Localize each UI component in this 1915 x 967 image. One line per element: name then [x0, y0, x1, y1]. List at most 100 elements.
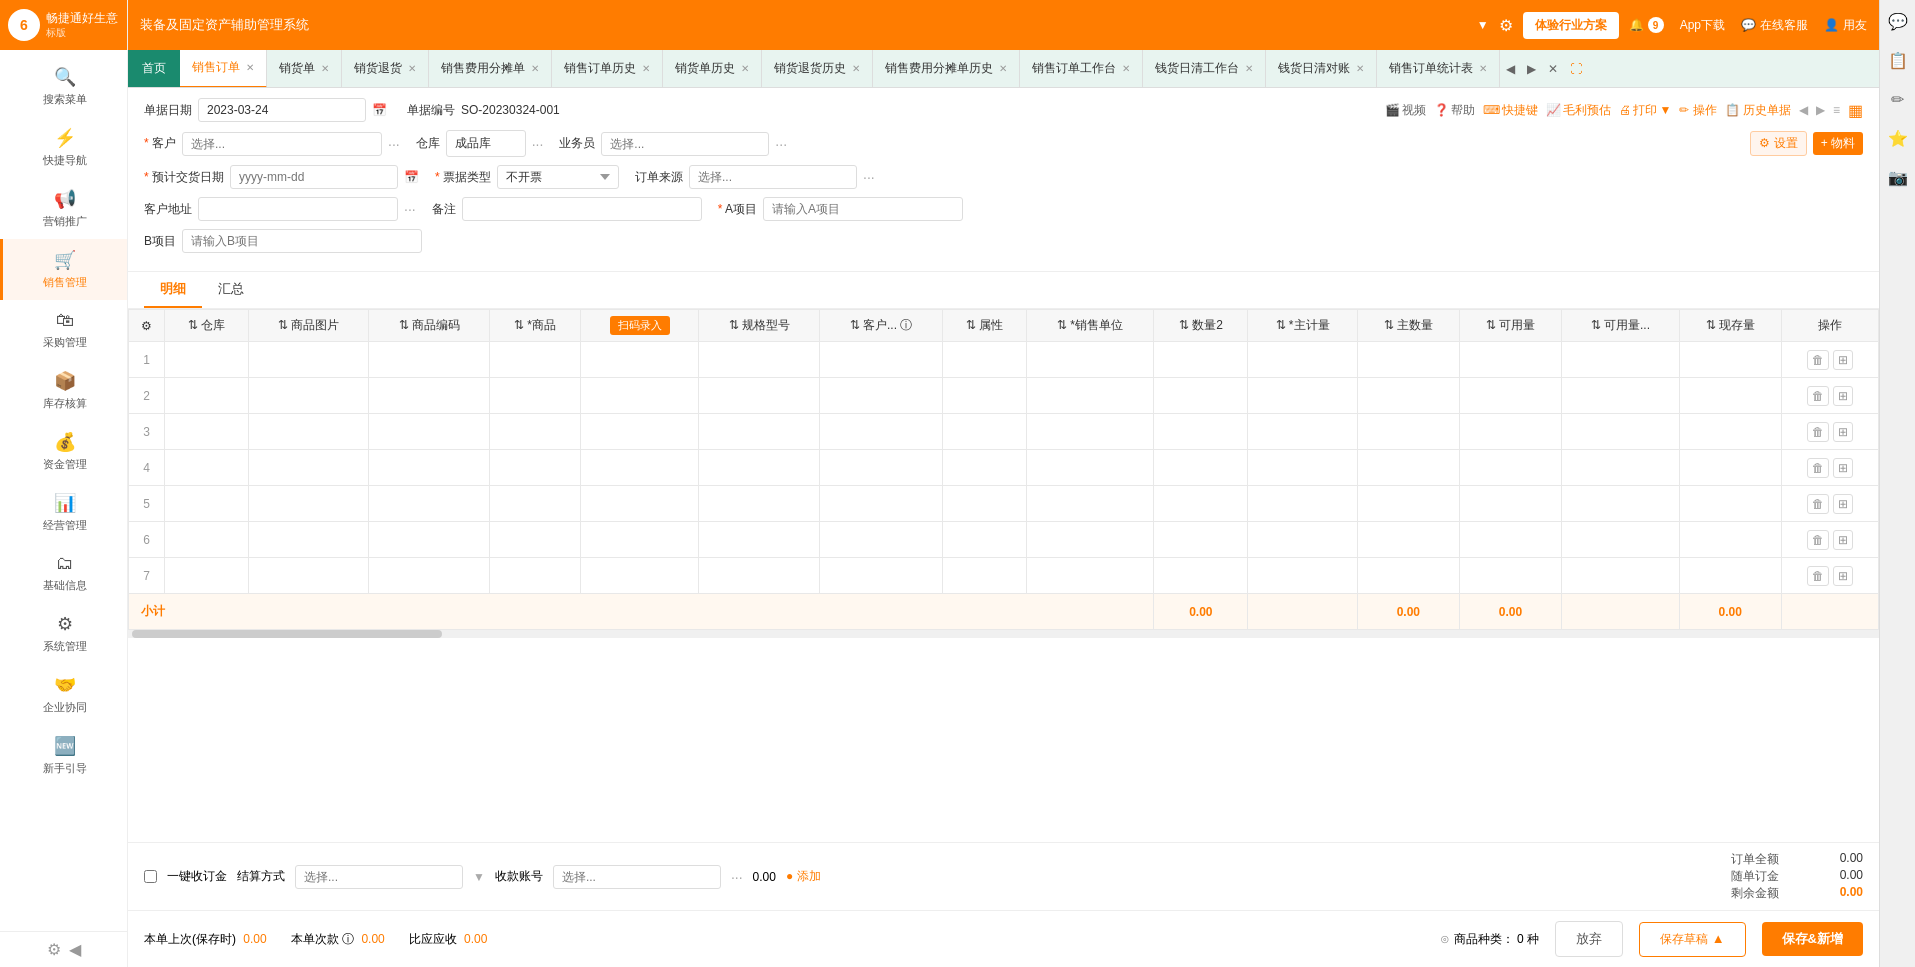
row-available-1[interactable] — [1459, 342, 1561, 378]
collapse-icon[interactable]: ◀ — [69, 940, 81, 959]
b-project-input[interactable] — [182, 229, 422, 253]
row-warehouse-1[interactable] — [165, 342, 249, 378]
help-link[interactable]: ❓ 帮助 — [1434, 102, 1475, 119]
row-unit-6[interactable] — [1026, 522, 1154, 558]
row-product-7[interactable] — [490, 558, 581, 594]
row-warehouse-2[interactable] — [165, 378, 249, 414]
row-current-1[interactable] — [1679, 342, 1781, 378]
row-available2-3[interactable] — [1562, 414, 1680, 450]
nav-right-icon[interactable]: ▶ — [1816, 103, 1825, 117]
th-warehouse[interactable]: ⇅ 仓库 — [165, 310, 249, 342]
row-qty2-7[interactable] — [1154, 558, 1248, 594]
row-customer-attr-4[interactable] — [820, 450, 943, 486]
row-warehouse-6[interactable] — [165, 522, 249, 558]
right-panel-icon-5[interactable]: 📷 — [1884, 164, 1912, 191]
row-scan-5[interactable] — [580, 486, 699, 522]
row-copy-4[interactable]: ⊞ — [1833, 458, 1853, 478]
row-current-4[interactable] — [1679, 450, 1781, 486]
row-spec-6[interactable] — [699, 522, 820, 558]
tab-9[interactable]: 销售订单工作台✕ — [1020, 50, 1143, 88]
th-product[interactable]: ⇅ *商品 — [490, 310, 581, 342]
row-property-4[interactable] — [942, 450, 1026, 486]
tab-6[interactable]: 销货单历史✕ — [663, 50, 762, 88]
row-delete-4[interactable]: 🗑 — [1807, 458, 1829, 478]
row-available2-1[interactable] — [1562, 342, 1680, 378]
customer-dots[interactable]: ··· — [388, 136, 400, 152]
date-input[interactable] — [198, 98, 366, 122]
sidebar-item-2[interactable]: 📢 营销推广 — [0, 178, 127, 239]
row-property-7[interactable] — [942, 558, 1026, 594]
row-qty2-4[interactable] — [1154, 450, 1248, 486]
save-draft-button[interactable]: 保存草稿 ▲ — [1639, 922, 1745, 957]
th-main-unit[interactable]: ⇅ *主计量 — [1248, 310, 1357, 342]
row-scan-4[interactable] — [580, 450, 699, 486]
row-customer-attr-2[interactable] — [820, 378, 943, 414]
tab-summary[interactable]: 汇总 — [202, 272, 260, 308]
row-image-2[interactable] — [248, 378, 369, 414]
tab-close-8[interactable]: ✕ — [1122, 63, 1130, 74]
row-current-5[interactable] — [1679, 486, 1781, 522]
tab-close-6[interactable]: ✕ — [852, 63, 860, 74]
th-current[interactable]: ⇅ 现存量 — [1679, 310, 1781, 342]
add-item-button[interactable]: + 物料 — [1813, 132, 1863, 155]
online-service-link[interactable]: 💬 在线客服 — [1741, 17, 1808, 34]
row-qty2-1[interactable] — [1154, 342, 1248, 378]
row-unit-1[interactable] — [1026, 342, 1154, 378]
app-download-link[interactable]: App下载 — [1680, 17, 1725, 34]
row-code-3[interactable] — [369, 414, 490, 450]
row-scan-3[interactable] — [580, 414, 699, 450]
settings-icon[interactable]: ⚙ — [47, 940, 61, 959]
row-main-qty-1[interactable] — [1357, 342, 1459, 378]
tab-10[interactable]: 钱货日清工作台✕ — [1143, 50, 1266, 88]
row-current-2[interactable] — [1679, 378, 1781, 414]
row-unit-5[interactable] — [1026, 486, 1154, 522]
scrollbar-thumb[interactable] — [132, 630, 442, 638]
row-main-unit-3[interactable] — [1248, 414, 1357, 450]
row-code-4[interactable] — [369, 450, 490, 486]
shortcut-link[interactable]: ⌨ 快捷键 — [1483, 102, 1538, 119]
row-image-5[interactable] — [248, 486, 369, 522]
tab-close-all[interactable]: ✕ — [1542, 50, 1564, 88]
row-available2-5[interactable] — [1562, 486, 1680, 522]
row-property-1[interactable] — [942, 342, 1026, 378]
right-panel-icon-4[interactable]: ⭐ — [1884, 125, 1912, 152]
th-main-qty[interactable]: ⇅ 主数量 — [1357, 310, 1459, 342]
tab-7[interactable]: 销货退货历史✕ — [762, 50, 873, 88]
row-unit-4[interactable] — [1026, 450, 1154, 486]
row-customer-attr-6[interactable] — [820, 522, 943, 558]
row-available-7[interactable] — [1459, 558, 1561, 594]
row-available2-7[interactable] — [1562, 558, 1680, 594]
row-main-unit-7[interactable] — [1248, 558, 1357, 594]
row-code-6[interactable] — [369, 522, 490, 558]
row-warehouse-3[interactable] — [165, 414, 249, 450]
row-code-2[interactable] — [369, 378, 490, 414]
row-product-5[interactable] — [490, 486, 581, 522]
row-delete-2[interactable]: 🗑 — [1807, 386, 1829, 406]
th-settings[interactable]: ⚙ — [129, 310, 165, 342]
note-input[interactable] — [462, 197, 702, 221]
sidebar-item-1[interactable]: ⚡ 快捷导航 — [0, 117, 127, 178]
tab-close-5[interactable]: ✕ — [741, 63, 749, 74]
row-delete-6[interactable]: 🗑 — [1807, 530, 1829, 550]
sidebar-item-10[interactable]: 🤝 企业协同 — [0, 664, 127, 725]
row-customer-attr-5[interactable] — [820, 486, 943, 522]
row-product-4[interactable] — [490, 450, 581, 486]
sidebar-item-7[interactable]: 📊 经营管理 — [0, 482, 127, 543]
row-copy-3[interactable]: ⊞ — [1833, 422, 1853, 442]
th-spec[interactable]: ⇅ 规格型号 — [699, 310, 820, 342]
row-main-qty-6[interactable] — [1357, 522, 1459, 558]
row-copy-7[interactable]: ⊞ — [1833, 566, 1853, 586]
tab-detail[interactable]: 明细 — [144, 272, 202, 308]
tab-close-4[interactable]: ✕ — [642, 63, 650, 74]
row-image-4[interactable] — [248, 450, 369, 486]
row-current-3[interactable] — [1679, 414, 1781, 450]
row-current-6[interactable] — [1679, 522, 1781, 558]
notification-icon[interactable]: 🔔 9 — [1629, 17, 1664, 33]
settings-button[interactable]: ⚙ 设置 — [1750, 131, 1806, 156]
salesperson-dots[interactable]: ··· — [775, 136, 787, 152]
row-copy-6[interactable]: ⊞ — [1833, 530, 1853, 550]
row-main-qty-4[interactable] — [1357, 450, 1459, 486]
orange-panel-icon[interactable]: ▦ — [1848, 101, 1863, 120]
row-current-7[interactable] — [1679, 558, 1781, 594]
th-available[interactable]: ⇅ 可用量 — [1459, 310, 1561, 342]
